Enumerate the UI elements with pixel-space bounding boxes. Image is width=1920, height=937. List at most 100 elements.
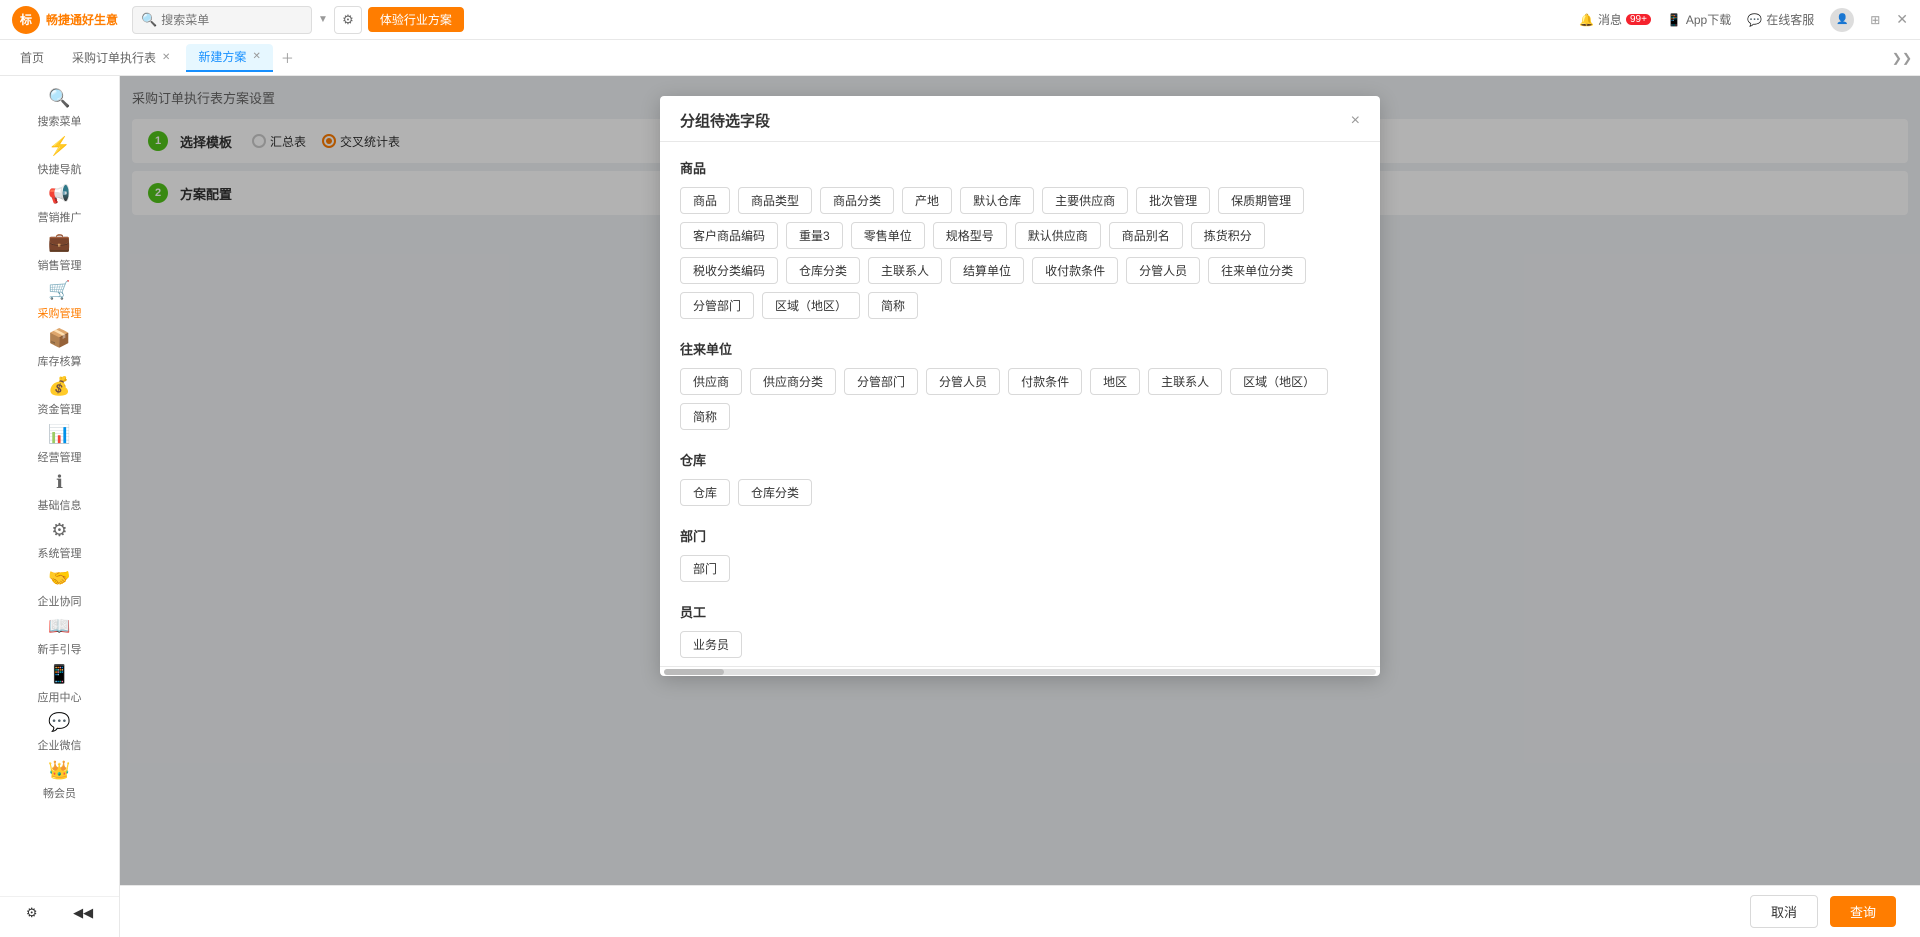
avatar[interactable]: 👤 <box>1830 8 1854 32</box>
sidebar-item-member-label: 畅会员 <box>43 785 76 801</box>
field-tag-abbr2[interactable]: 简称 <box>680 403 730 430</box>
field-tag-person-mgmt2[interactable]: 分管人员 <box>926 368 1000 395</box>
field-tag-settlement-unit[interactable]: 结算单位 <box>950 257 1024 284</box>
sidebar-item-marketing[interactable]: 📢 营销推广 <box>0 180 119 228</box>
field-tag-default-supplier[interactable]: 默认供应商 <box>1015 222 1101 249</box>
app-label: App下载 <box>1686 11 1731 28</box>
tab-purchase-list[interactable]: 采购订单执行表 ✕ <box>60 44 182 72</box>
confirm-button[interactable]: 查询 <box>1830 896 1896 927</box>
guide-icon: 📖 <box>48 616 70 637</box>
section-partner-title: 往来单位 <box>680 339 1360 358</box>
field-tag-abbr[interactable]: 简称 <box>868 292 918 319</box>
add-tab-button[interactable]: ＋ <box>281 48 294 67</box>
sidebar-item-collab-label: 企业协同 <box>38 593 82 609</box>
tab-new-plan-close-icon[interactable]: ✕ <box>252 51 260 62</box>
field-tag-manager[interactable]: 分管人员 <box>1126 257 1200 284</box>
sidebar-bottom: ⚙ ◀◀ <box>0 896 119 929</box>
marketing-icon: 📢 <box>48 184 70 205</box>
field-tag-warehouse-cat[interactable]: 仓库分类 <box>738 479 812 506</box>
sidebar-item-search[interactable]: 🔍 搜索菜单 <box>0 84 119 132</box>
sidebar-item-business[interactable]: 📊 经营管理 <box>0 420 119 468</box>
field-tag-goods-category[interactable]: 商品分类 <box>820 187 894 214</box>
sidebar-item-sales[interactable]: 💼 销售管理 <box>0 228 119 276</box>
field-tag-goods-alias[interactable]: 商品别名 <box>1109 222 1183 249</box>
field-tag-salesperson[interactable]: 业务员 <box>680 631 742 658</box>
service-label: 在线客服 <box>1766 11 1814 28</box>
sidebar-item-finance[interactable]: 💰 资金管理 <box>0 372 119 420</box>
field-tag-goods[interactable]: 商品 <box>680 187 730 214</box>
field-tag-warehouse[interactable]: 仓库 <box>680 479 730 506</box>
field-tag-goods-type[interactable]: 商品类型 <box>738 187 812 214</box>
field-tag-default-warehouse[interactable]: 默认仓库 <box>960 187 1034 214</box>
sidebar-item-guide[interactable]: 📖 新手引导 <box>0 612 119 660</box>
tab-expand-icon[interactable]: ❯❯ <box>1892 51 1912 65</box>
sidebar-collapse-icon[interactable]: ◀◀ <box>73 905 93 921</box>
field-tag-main-contact[interactable]: 主联系人 <box>868 257 942 284</box>
sidebar-item-business-label: 经营管理 <box>38 449 82 465</box>
field-tag-supplier-category[interactable]: 供应商分类 <box>750 368 836 395</box>
field-tag-expiry-mgmt[interactable]: 保质期管理 <box>1218 187 1304 214</box>
hscroll-thumb[interactable] <box>664 669 724 675</box>
online-service-button[interactable]: 💬 在线客服 <box>1747 11 1814 28</box>
app-icon: 📱 <box>1667 13 1682 27</box>
field-tag-origin[interactable]: 产地 <box>902 187 952 214</box>
field-tag-area[interactable]: 地区 <box>1090 368 1140 395</box>
sidebar-item-member[interactable]: 👑 畅会员 <box>0 756 119 804</box>
close-header-icon[interactable]: ✕ <box>1896 11 1908 28</box>
notification-button[interactable]: 🔔 消息 99+ <box>1579 11 1651 28</box>
field-tag-tax-code[interactable]: 税收分类编码 <box>680 257 778 284</box>
field-tag-region[interactable]: 区域（地区） <box>762 292 860 319</box>
field-tag-payment-terms[interactable]: 收付款条件 <box>1032 257 1118 284</box>
tab-new-plan[interactable]: 新建方案 ✕ <box>186 44 272 72</box>
sidebar-item-sales-label: 销售管理 <box>38 257 82 273</box>
field-tag-warehouse-category[interactable]: 仓库分类 <box>786 257 860 284</box>
section-partner-tags: 供应商 供应商分类 分管部门 分管人员 付款条件 地区 主联系人 区域（地区） … <box>680 368 1360 430</box>
field-tag-region2[interactable]: 区域（地区） <box>1230 368 1328 395</box>
field-tag-main-supplier[interactable]: 主要供应商 <box>1042 187 1128 214</box>
field-tag-spec-model[interactable]: 规格型号 <box>933 222 1007 249</box>
field-tag-supplier[interactable]: 供应商 <box>680 368 742 395</box>
tab-home-label: 首页 <box>20 49 44 66</box>
sidebar-item-inventory[interactable]: 📦 库存核算 <box>0 324 119 372</box>
cancel-button[interactable]: 取消 <box>1750 895 1818 928</box>
notification-label: 消息 <box>1598 11 1622 28</box>
field-tag-partner-category[interactable]: 往来单位分类 <box>1208 257 1306 284</box>
experience-button[interactable]: 体验行业方案 <box>368 7 464 32</box>
search-input-wrap[interactable]: 🔍 <box>132 6 312 34</box>
wechat-icon: 💬 <box>48 712 70 733</box>
tab-purchase-close-icon[interactable]: ✕ <box>162 52 170 63</box>
search-input[interactable] <box>161 13 281 27</box>
field-tag-retail-unit[interactable]: 零售单位 <box>851 222 925 249</box>
sidebar-item-apps[interactable]: 📱 应用中心 <box>0 660 119 708</box>
field-tag-batch-mgmt[interactable]: 批次管理 <box>1136 187 1210 214</box>
field-tag-dept-mgmt2[interactable]: 分管部门 <box>844 368 918 395</box>
sidebar-settings-icon[interactable]: ⚙ <box>26 905 38 921</box>
sidebar-item-system[interactable]: ⚙ 系统管理 <box>0 516 119 564</box>
field-tag-main-contact2[interactable]: 主联系人 <box>1148 368 1222 395</box>
nav-dropdown-icon[interactable]: ▼ <box>318 14 328 25</box>
field-tag-payment-cond[interactable]: 付款条件 <box>1008 368 1082 395</box>
sidebar-item-wechat[interactable]: 💬 企业微信 <box>0 708 119 756</box>
tab-new-plan-label: 新建方案 <box>198 48 246 65</box>
settings-button[interactable]: ⚙ <box>334 6 362 34</box>
sidebar-item-purchase[interactable]: 🛒 采购管理 <box>0 276 119 324</box>
section-staff-title: 员工 <box>680 602 1360 621</box>
section-partner: 往来单位 供应商 供应商分类 分管部门 分管人员 付款条件 地区 主联系人 区域… <box>680 339 1360 430</box>
modal-hscrollbar[interactable] <box>660 666 1380 676</box>
expand-icon[interactable]: ⊞ <box>1870 13 1880 27</box>
tab-bar: 首页 采购订单执行表 ✕ 新建方案 ✕ ＋ ❯❯ <box>0 40 1920 76</box>
search-bar: 🔍 ▼ ⚙ 体验行业方案 <box>132 6 1579 34</box>
field-tag-dept-mgmt[interactable]: 分管部门 <box>680 292 754 319</box>
field-tag-dept[interactable]: 部门 <box>680 555 730 582</box>
field-tag-customer-code[interactable]: 客户商品编码 <box>680 222 778 249</box>
tab-home[interactable]: 首页 <box>8 44 56 72</box>
sidebar-item-info[interactable]: ℹ 基础信息 <box>0 468 119 516</box>
sidebar-item-collab[interactable]: 🤝 企业协同 <box>0 564 119 612</box>
app-download-button[interactable]: 📱 App下载 <box>1667 11 1731 28</box>
info-icon: ℹ <box>56 472 63 493</box>
field-tag-weight3[interactable]: 重量3 <box>786 222 843 249</box>
field-tag-pick-points[interactable]: 拣货积分 <box>1191 222 1265 249</box>
modal-body[interactable]: 商品 商品 商品类型 商品分类 产地 默认仓库 主要供应商 批次管理 保质期管理… <box>660 142 1380 666</box>
modal-close-button[interactable]: × <box>1351 112 1360 130</box>
sidebar-item-quicknav[interactable]: ⚡ 快捷导航 <box>0 132 119 180</box>
